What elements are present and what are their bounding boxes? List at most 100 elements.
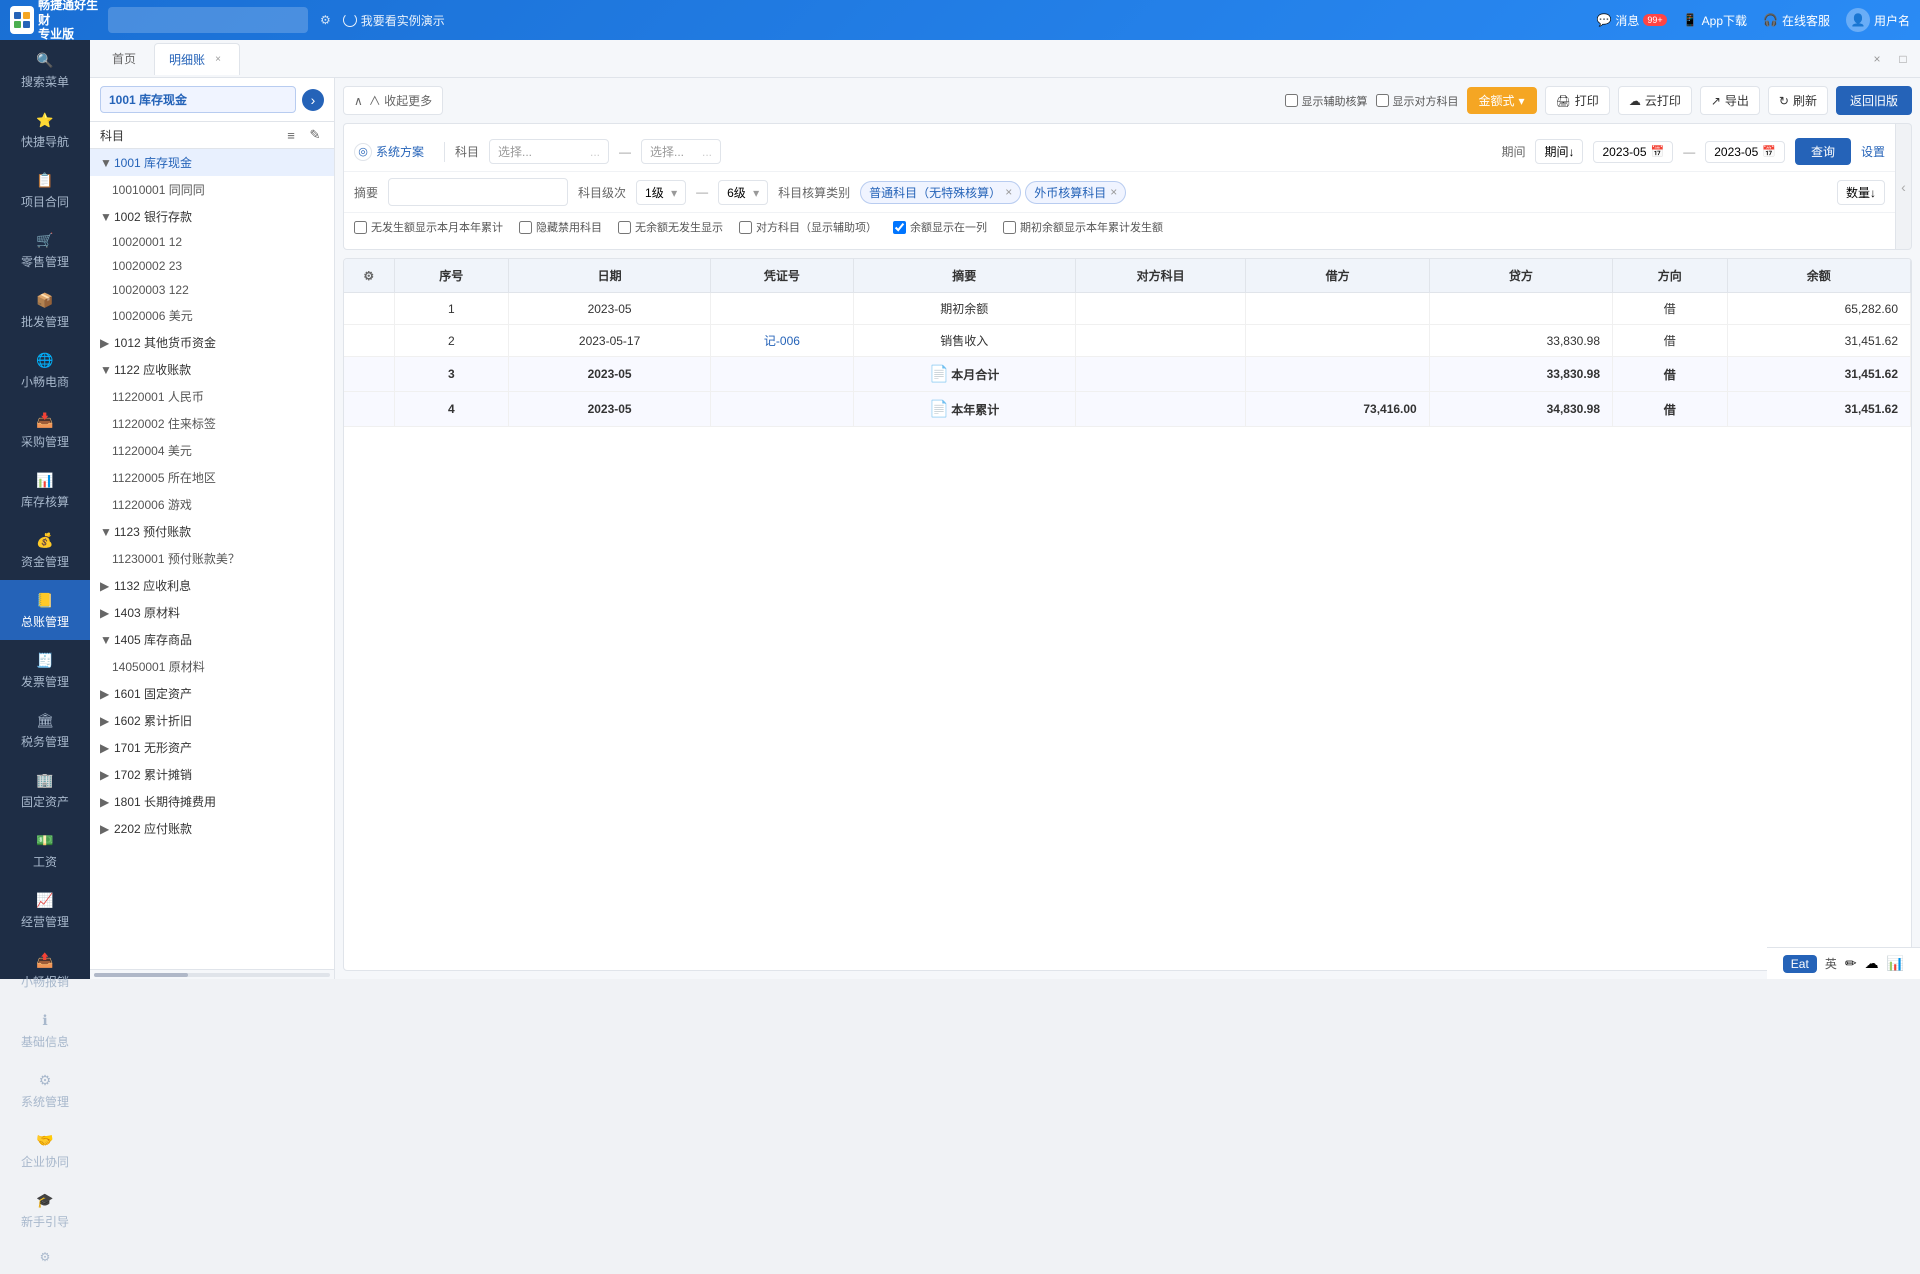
subject-end-input[interactable]: 选择... ... [641,139,721,164]
cell-voucher[interactable]: 记-006 [711,325,854,357]
tree-node-15[interactable]: 11230001 预付账款美？ [90,545,334,572]
tree-node-1[interactable]: 10010001 同同同 [90,176,334,203]
tab-close-1[interactable]: × [211,52,225,66]
pencil-icon[interactable]: ✏ [1845,955,1857,972]
tree-node-20[interactable]: ▶1601 固定资产 [90,680,334,707]
subject-input[interactable]: 选择... ... [489,139,609,164]
sidebar-item-9[interactable]: 📒总账管理 [0,580,90,640]
summary-input[interactable] [388,178,568,206]
tree-node-7[interactable]: ▶1012 其他货币资金 [90,329,334,356]
tree-node-25[interactable]: ▶2202 应付账款 [90,815,334,842]
cell-voucher[interactable] [711,293,854,325]
tab-close-btn[interactable]: × [1868,50,1886,68]
filter-checkbox-5[interactable]: 期初余额显示本年累计发生额 [1003,219,1163,235]
account-add-btn[interactable]: ✎ [306,126,324,144]
tree-node-8[interactable]: ▼1122 应收账款 [90,356,334,383]
refresh-btn[interactable]: ↻ 刷新 [1768,86,1828,115]
sidebar-item-11[interactable]: 🏛税务管理 [0,700,90,760]
sidebar-settings-btn[interactable]: ⚙ [0,1240,90,1274]
tree-node-0[interactable]: ▼1001 库存现金 [90,149,334,176]
online-service-btn[interactable]: 🎧 在线客服 [1763,12,1830,29]
sidebar-item-6[interactable]: 📥采购管理 [0,400,90,460]
tree-node-23[interactable]: ▶1702 累计摊销 [90,761,334,788]
sidebar-item-0[interactable]: 🔍搜索菜单 [0,40,90,100]
tree-node-19[interactable]: 14050001 原材料 [90,653,334,680]
tree-node-16[interactable]: ▶1132 应收利息 [90,572,334,599]
amount-format-btn[interactable]: 金额式 ▾ [1467,87,1537,114]
cell-voucher[interactable] [711,392,854,427]
selected-account-display[interactable]: 1001 库存现金 [100,86,296,113]
tab-item-0[interactable]: 首页 [98,43,150,75]
demo-link[interactable]: 我要看实例演示 [343,12,445,29]
account-scrollbar[interactable] [90,969,334,979]
tree-node-24[interactable]: ▶1801 长期待摊费用 [90,788,334,815]
tab-restore-btn[interactable]: □ [1894,50,1912,68]
tree-node-5[interactable]: 10020003 122 [90,278,334,302]
tree-node-11[interactable]: 11220004 美元 [90,437,334,464]
level-start-select[interactable]: 1级 ▾ [636,180,686,205]
tree-node-22[interactable]: ▶1701 无形资产 [90,734,334,761]
scheme-icon[interactable]: ◎ [354,143,372,161]
tree-node-6[interactable]: 10020006 美元 [90,302,334,329]
period-type-select[interactable]: 期间↓ [1535,139,1583,164]
tab-item-1[interactable]: 明细账× [154,43,240,75]
show-auxiliary-checkbox[interactable]: 显示辅助核算 [1285,93,1368,109]
tree-node-4[interactable]: 10020002 23 [90,254,334,278]
sidebar-item-1[interactable]: ⭐快捷导航 [0,100,90,160]
table-settings-icon[interactable]: ⚙ [356,269,382,283]
tree-node-14[interactable]: ▼1123 预付账款 [90,518,334,545]
account-navigate-btn[interactable]: › [302,89,324,111]
return-old-btn[interactable]: 返回旧版 [1836,86,1912,115]
account-list-view-btn[interactable]: ≡ [282,126,300,144]
collect-more-btn[interactable]: ∧ ∧ 收起更多 [343,86,443,115]
sidebar-item-10[interactable]: 🧾发票管理 [0,640,90,700]
tree-node-12[interactable]: 11220005 所在地区 [90,464,334,491]
filter-checkbox-4[interactable]: 余额显示在一列 [893,219,987,235]
sidebar-item-12[interactable]: 🏢固定资产 [0,760,90,820]
filter-checkbox-0[interactable]: 无发生额显示本月本年累计 [354,219,503,235]
topbar-search-input[interactable] [116,14,300,26]
filter-collapse-btn[interactable]: ‹ [1896,123,1912,250]
tree-node-2[interactable]: ▼1002 银行存款 [90,203,334,230]
reset-btn[interactable]: 设置 [1861,143,1885,160]
tag-remove-0[interactable]: × [1005,185,1012,199]
voucher-link[interactable]: 记-006 [764,334,800,348]
sidebar-item-18[interactable]: 🤝企业协同 [0,1120,90,1180]
sidebar-item-4[interactable]: 📦批发管理 [0,280,90,340]
cell-voucher[interactable] [711,357,854,392]
filter-checkbox-1[interactable]: 隐藏禁用科目 [519,219,602,235]
print-btn[interactable]: 🖨 打印 [1545,86,1610,115]
sidebar-item-2[interactable]: 📋项目合同 [0,160,90,220]
sidebar-item-7[interactable]: 📊库存核算 [0,460,90,520]
quantity-btn[interactable]: 数量↓ [1837,180,1885,205]
filter-checkbox-2[interactable]: 无余额无发生显示 [618,219,723,235]
sidebar-item-19[interactable]: 🎓新手引导 [0,1180,90,1240]
tree-node-3[interactable]: 10020001 12 [90,230,334,254]
topbar-search-box[interactable] [108,7,308,33]
filter-checkbox-3[interactable]: 对方科目（显示辅助项） [739,219,877,235]
tree-node-9[interactable]: 11220001 人民币 [90,383,334,410]
sidebar-item-8[interactable]: 💰资金管理 [0,520,90,580]
eat-btn[interactable]: Eat [1783,955,1817,973]
tree-node-18[interactable]: ▼1405 库存商品 [90,626,334,653]
sidebar-item-14[interactable]: 📈经营管理 [0,880,90,940]
lang-btn[interactable]: 英 [1825,955,1837,972]
tree-node-21[interactable]: ▶1602 累计折旧 [90,707,334,734]
level-end-select[interactable]: 6级 ▾ [718,180,768,205]
period-end-input[interactable]: 2023-05 📅 [1705,141,1785,163]
sidebar-item-3[interactable]: 🛒零售管理 [0,220,90,280]
scheme-label[interactable]: 系统方案 [376,143,424,160]
tree-node-13[interactable]: 11220006 游戏 [90,491,334,518]
sidebar-item-13[interactable]: 💵工资 [0,820,90,880]
cloud-sync-icon[interactable]: ☁ [1865,955,1879,972]
topbar-settings-icon[interactable]: ⚙ [320,13,331,27]
tree-node-17[interactable]: ▶1403 原材料 [90,599,334,626]
query-btn[interactable]: 查询 [1795,138,1851,165]
app-download-btn[interactable]: 📱 App下载 [1683,12,1747,29]
sidebar-item-15[interactable]: 📤小畅报销 [0,940,90,1000]
cloud-print-btn[interactable]: ☁ 云打印 [1618,86,1692,115]
user-menu[interactable]: 👤 用户名 [1846,8,1910,32]
message-btn[interactable]: 💬 消息 99+ [1596,12,1666,29]
show-opposite-checkbox[interactable]: 显示对方科目 [1376,93,1459,109]
export-btn[interactable]: ↗ 导出 [1700,86,1760,115]
